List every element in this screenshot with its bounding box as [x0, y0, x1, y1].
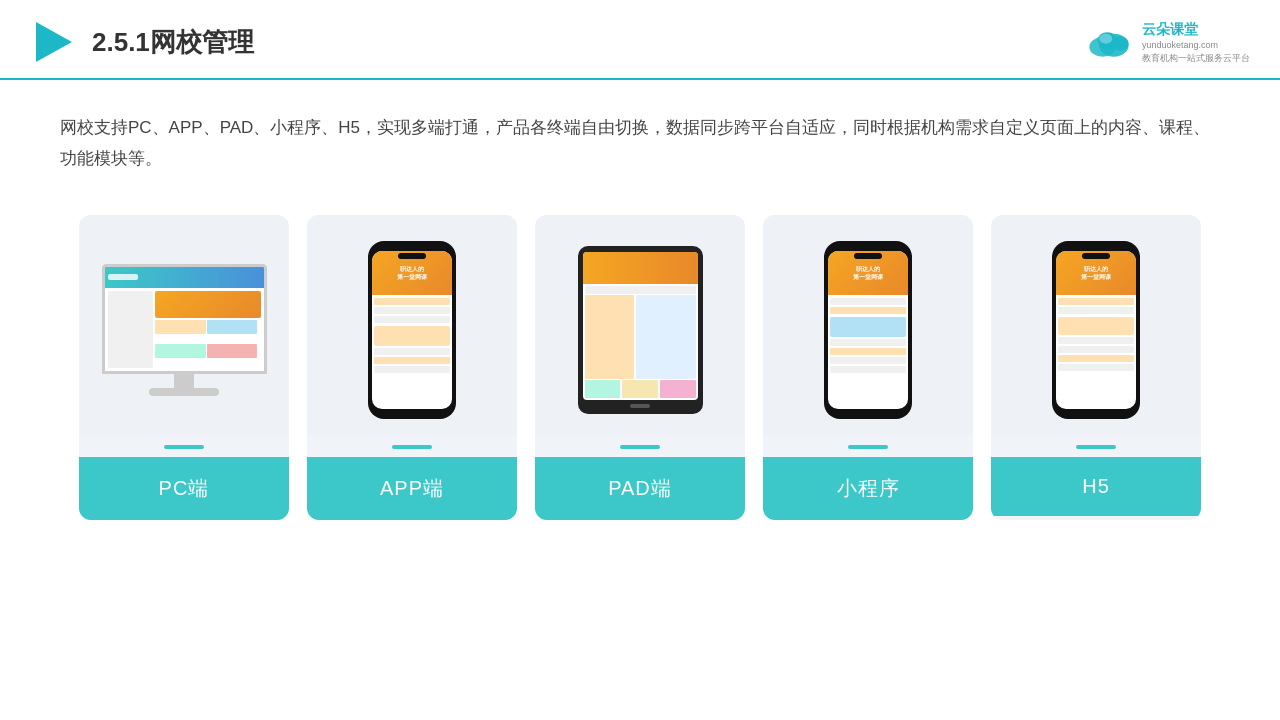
card-app-label: APP端: [307, 457, 517, 520]
card-miniapp-label: 小程序: [763, 457, 973, 520]
pc-monitor-icon: [102, 264, 267, 396]
card-pad: PAD端: [535, 215, 745, 520]
play-icon: [30, 18, 78, 66]
header-left: 2.5.1网校管理: [30, 18, 254, 66]
logo-area: 云朵课堂 yunduoketang.com 教育机构一站式服务云平台: [1084, 20, 1250, 65]
svg-marker-0: [36, 22, 72, 62]
miniapp-phone-icon: 职达人的第一堂网课: [824, 241, 912, 419]
card-pc-bar: [164, 445, 204, 449]
card-app-image: 职达人的第一堂网课: [307, 215, 517, 435]
page-title: 2.5.1网校管理: [92, 25, 254, 60]
card-miniapp-image: 职达人的第一堂网课: [763, 215, 973, 435]
app-phone-icon: 职达人的第一堂网课: [368, 241, 456, 419]
pad-tablet-icon: [578, 246, 703, 414]
card-pad-label: PAD端: [535, 457, 745, 520]
page-header: 2.5.1网校管理 云朵课堂 yunduoketang.com 教育机构一站式服…: [0, 0, 1280, 80]
card-pc-label: PC端: [79, 457, 289, 520]
card-pc-image: [79, 215, 289, 435]
card-pc: PC端: [79, 215, 289, 520]
card-h5-image: 职达人的第一堂网课: [991, 215, 1201, 435]
card-h5-label: H5: [991, 457, 1201, 516]
card-miniapp: 职达人的第一堂网课: [763, 215, 973, 520]
card-miniapp-bar: [848, 445, 888, 449]
svg-point-4: [1112, 36, 1128, 51]
card-app-bar: [392, 445, 432, 449]
card-pad-bar: [620, 445, 660, 449]
card-pad-image: [535, 215, 745, 435]
cloud-logo-icon: [1084, 24, 1134, 60]
h5-phone-icon: 职达人的第一堂网课: [1052, 241, 1140, 419]
card-h5: 职达人的第一堂网课: [991, 215, 1201, 520]
svg-point-5: [1099, 34, 1112, 44]
description-text: 网校支持PC、APP、PAD、小程序、H5，实现多端打通，产品各终端自由切换，数…: [0, 80, 1280, 195]
card-h5-bar: [1076, 445, 1116, 449]
card-app: 职达人的第一堂网课: [307, 215, 517, 520]
logo-text: 云朵课堂 yunduoketang.com 教育机构一站式服务云平台: [1142, 20, 1250, 65]
cards-container: PC端 职达人的第一堂网课: [0, 195, 1280, 520]
